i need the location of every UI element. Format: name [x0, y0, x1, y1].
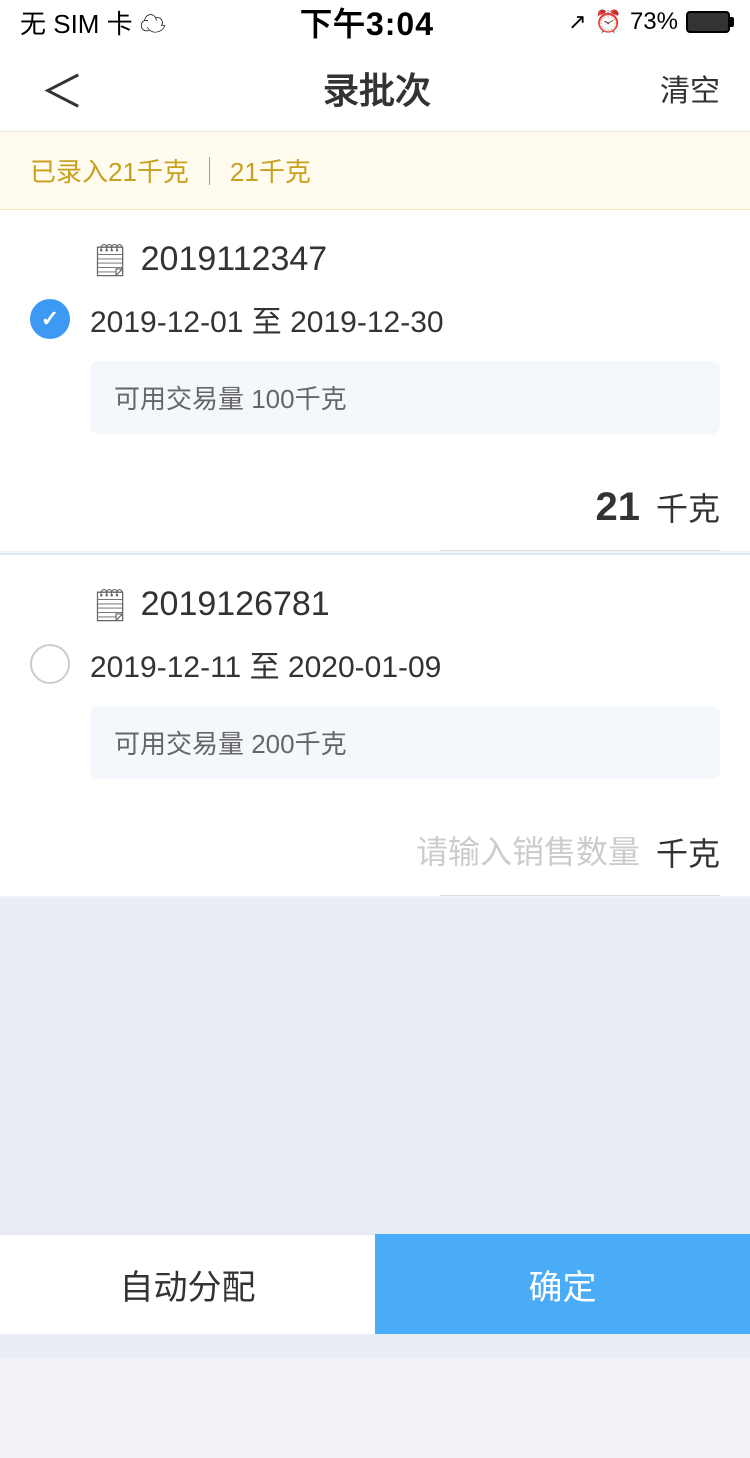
confirm-label: 确定	[529, 1260, 597, 1309]
avail-text-1: 可用交易量 100千克	[114, 384, 347, 414]
nav-bar: ＜ 录批次 清空	[0, 44, 750, 132]
qty-unit-2: 千克	[656, 829, 720, 875]
batch-doc-icon-2: 🗒	[90, 586, 131, 624]
clear-button[interactable]: 清空	[660, 66, 720, 110]
qty-row-2[interactable]: 千克	[0, 809, 750, 895]
battery-percent: 73%	[630, 8, 678, 36]
batch-card-1: 🗒 2019112347 2019-12-01 至 2019-12-30 可用交…	[0, 210, 750, 551]
back-button[interactable]: ＜	[30, 46, 94, 130]
location-icon: ↗	[568, 9, 586, 35]
total-amount: 21千克	[230, 152, 311, 189]
auto-distribute-button[interactable]: 自动分配	[0, 1234, 375, 1334]
radio-1[interactable]	[30, 299, 70, 339]
batch-card-2: 🗒 2019126781 2019-12-11 至 2020-01-09 可用交…	[0, 555, 750, 896]
batch-id-1: 2019112347	[141, 240, 328, 279]
qty-wrapper-1: 21 千克	[0, 464, 750, 551]
batch-id-2: 2019126781	[141, 585, 330, 624]
footer: 自动分配 确定	[0, 1234, 750, 1334]
batch-doc-icon-1: 🗒	[90, 241, 131, 279]
avail-text-2: 可用交易量 200千克	[114, 729, 347, 759]
battery-icon	[686, 11, 730, 33]
radio-2[interactable]	[30, 644, 70, 684]
status-right: ↗ ⏰ 73%	[568, 8, 730, 36]
qty-underline-1	[440, 550, 720, 551]
date-row-2[interactable]: 2019-12-11 至 2020-01-09	[30, 642, 720, 686]
confirm-button[interactable]: 确定	[375, 1234, 750, 1334]
status-time: 下午3:04	[300, 0, 434, 45]
qty-input-2[interactable]	[340, 834, 640, 871]
date-range-2: 2019-12-11 至 2020-01-09	[90, 642, 441, 686]
date-range-1: 2019-12-01 至 2019-12-30	[90, 297, 444, 341]
info-banner: 已录入21千克 21千克	[0, 132, 750, 210]
qty-underline-2	[440, 895, 720, 896]
page-title: 录批次	[323, 62, 431, 114]
status-bar: 无 SIM 卡 ☁ 下午3:04 ↗ ⏰ 73%	[0, 0, 750, 44]
qty-unit-1: 千克	[656, 484, 720, 530]
auto-distribute-label: 自动分配	[120, 1260, 256, 1309]
avail-box-1: 可用交易量 100千克	[90, 361, 720, 434]
qty-wrapper-2: 千克	[0, 809, 750, 896]
recorded-amount: 已录入21千克	[30, 152, 189, 189]
qty-value-1: 21	[595, 485, 640, 530]
batch-id-row-2: 🗒 2019126781	[30, 585, 720, 624]
status-left: 无 SIM 卡 ☁	[20, 4, 166, 41]
alarm-icon: ⏰	[595, 9, 622, 35]
batch-id-row-1: 🗒 2019112347	[30, 240, 720, 279]
info-divider	[209, 157, 210, 185]
avail-box-2: 可用交易量 200千克	[90, 706, 720, 779]
date-row-1[interactable]: 2019-12-01 至 2019-12-30	[30, 297, 720, 341]
qty-row-1: 21 千克	[0, 464, 750, 550]
